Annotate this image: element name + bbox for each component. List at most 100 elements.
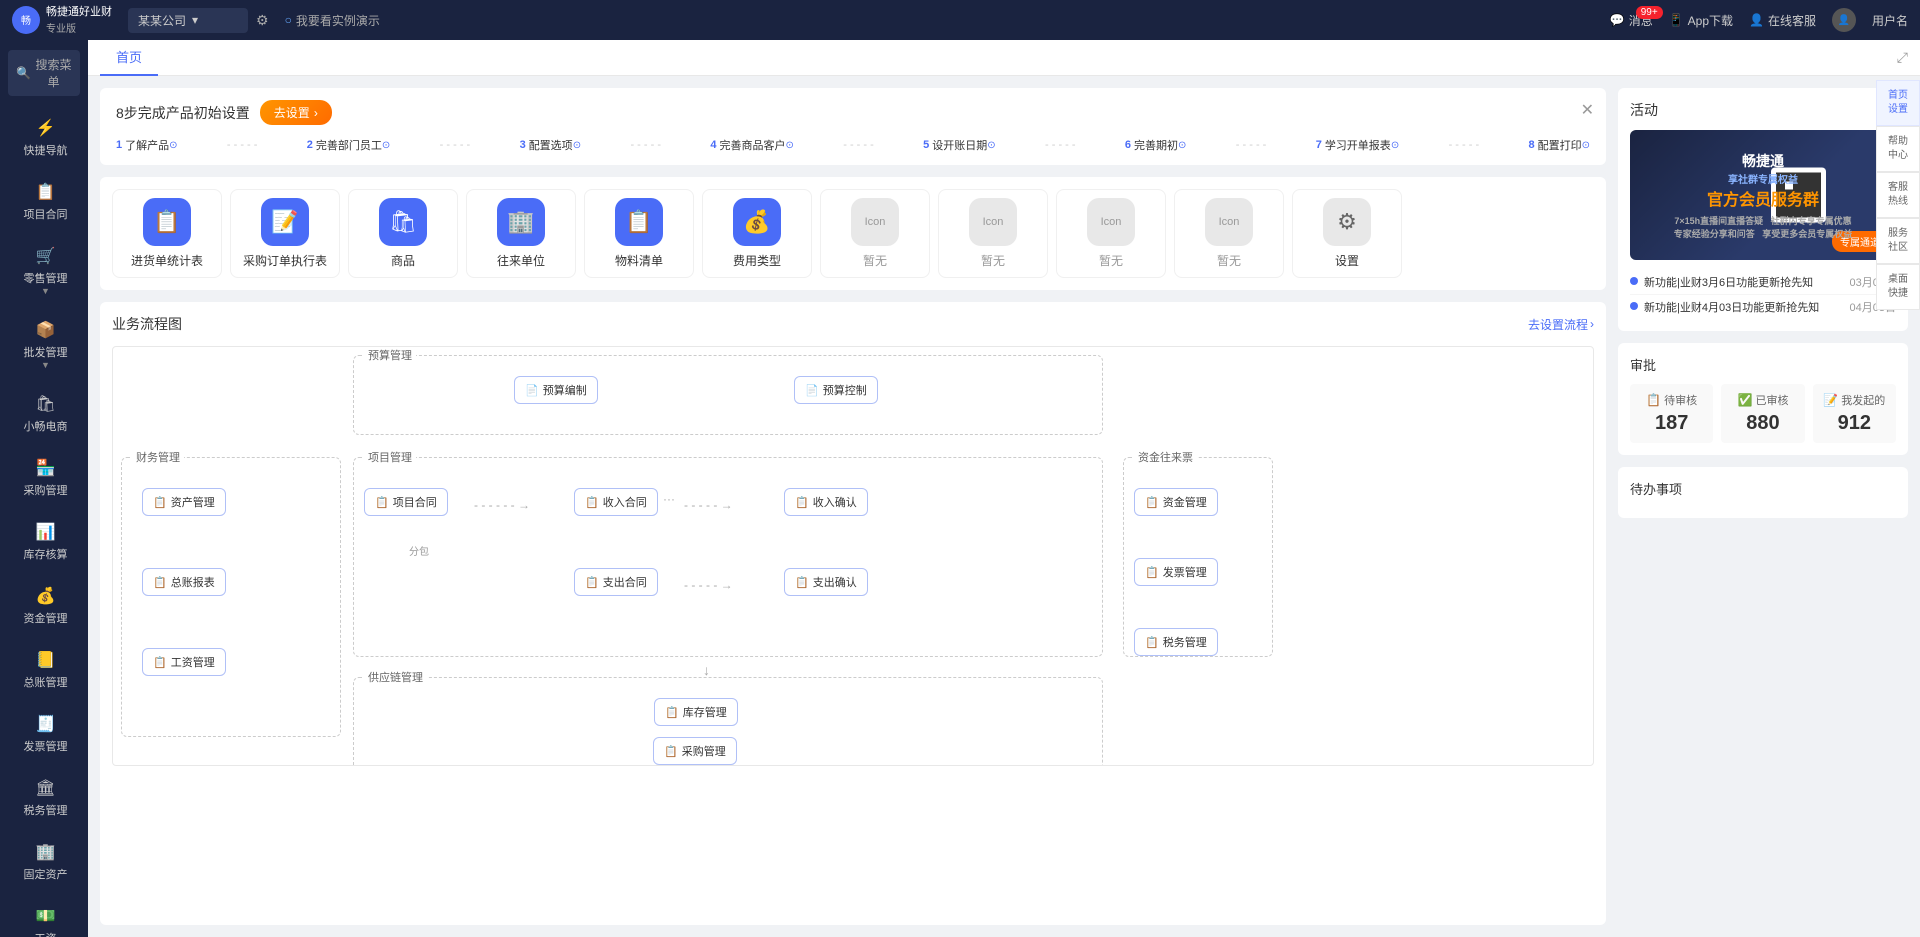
quick-icon-settings: ⚙	[1323, 198, 1371, 246]
sidebar-item-wholesale[interactable]: 📦 批发管理 ▼	[0, 308, 88, 382]
company-selector[interactable]: 某某公司 ▾	[128, 8, 248, 33]
approval-stat-mine[interactable]: 📝 我发起的 912	[1813, 384, 1896, 443]
quick-access: 📋 进货单统计表 📝 采购订单执行表 🛍 商品 🏢	[100, 177, 1606, 290]
header: 畅 畅捷通好业财 专业版 某某公司 ▾ ⚙ ○ 我要看实例演示 💬 消息 99+…	[0, 0, 1920, 40]
flow-node-budget-make[interactable]: 📄 预算编制	[514, 376, 598, 404]
flow-node-inventory[interactable]: 📋 库存管理	[654, 698, 738, 726]
side-nav-home-settings[interactable]: 首页设置	[1876, 80, 1920, 126]
invoice-mgmt-icon: 📋	[1145, 566, 1159, 579]
flow-node-purchase[interactable]: 📋 采购管理	[653, 737, 737, 765]
side-nav-help[interactable]: 帮助中心	[1876, 126, 1920, 172]
flow-node-asset[interactable]: 📋 资产管理	[142, 488, 226, 516]
sidebar-icon-ledger: 📒	[11, 650, 80, 670]
quick-item-settings[interactable]: ⚙ 设置	[1292, 189, 1402, 278]
sidebar-search-area: 🔍 搜索菜单	[0, 40, 88, 106]
quick-item-empty-3[interactable]: Icon 暂无	[1056, 189, 1166, 278]
quick-item-partners[interactable]: 🏢 往来单位	[466, 189, 576, 278]
demo-link[interactable]: ○ 我要看实例演示	[285, 12, 380, 29]
search-menu-button[interactable]: 🔍 搜索菜单	[8, 50, 80, 96]
flow-action-button[interactable]: 去设置流程 ›	[1528, 316, 1594, 333]
flow-node-project-contract[interactable]: 📋 项目合同	[364, 488, 448, 516]
spend-confirm-icon: 📋	[795, 576, 809, 589]
setup-go-button[interactable]: 去设置 ›	[260, 100, 332, 125]
quick-item-empty-4[interactable]: Icon 暂无	[1174, 189, 1284, 278]
flow-node-tax-mgmt[interactable]: 📋 税务管理	[1134, 628, 1218, 656]
step-divider-2: - - - - -	[396, 139, 513, 151]
setup-step-4[interactable]: 4 完善商品客户 ⊙	[710, 137, 794, 153]
sidebar-item-purchase[interactable]: 🏪 采购管理	[0, 446, 88, 510]
sidebar-item-retail[interactable]: 🛒 零售管理 ▼	[0, 234, 88, 308]
sidebar-item-tax[interactable]: 🏛 税务管理	[0, 766, 88, 830]
quick-item-goods[interactable]: 🛍 商品	[348, 189, 458, 278]
flow-node-total-report[interactable]: 📋 总账报表	[142, 568, 226, 596]
tax-mgmt-icon: 📋	[1145, 636, 1159, 649]
activity-item-1[interactable]: 新功能|业财4月03日功能更新抢先知 04月03日	[1630, 295, 1896, 319]
flow-node-invoice-mgmt[interactable]: 📋 发票管理	[1134, 558, 1218, 586]
flow-node-income-contract[interactable]: 📋 收入合同	[574, 488, 658, 516]
tab-home[interactable]: 首页	[100, 40, 158, 76]
setup-step-8[interactable]: 8 配置打印 ⊙	[1528, 137, 1590, 153]
quick-item-empty-1[interactable]: Icon 暂无	[820, 189, 930, 278]
sidebar-item-salary[interactable]: 💵 工资	[0, 894, 88, 937]
settings-icon[interactable]: ⚙	[256, 12, 269, 29]
step-divider-6: - - - - -	[1192, 139, 1309, 151]
flow-node-salary[interactable]: 📋 工资管理	[142, 648, 226, 676]
app-download-button[interactable]: 📱 App下载	[1669, 12, 1733, 29]
total-report-icon: 📋	[153, 576, 167, 589]
approval-stat-pending[interactable]: 📋 待审核 187	[1630, 384, 1713, 443]
quick-item-bom[interactable]: 📋 物料清单	[584, 189, 694, 278]
online-service-icon: 👤	[1749, 13, 1764, 27]
flow-node-budget-ctrl[interactable]: 📄 预算控制	[794, 376, 878, 404]
flow-group-capital: 资金往来票 📋 资金管理 📋 发票管理 📋 税务管理	[1123, 457, 1273, 657]
side-nav-desktop[interactable]: 桌面快捷	[1876, 264, 1920, 310]
setup-step-7[interactable]: 7 学习开单报表 ⊙	[1316, 137, 1400, 153]
username-label[interactable]: 用户名	[1872, 12, 1908, 29]
flow-node-capital-mgmt[interactable]: 📋 资金管理	[1134, 488, 1218, 516]
quick-item-purchase-stats[interactable]: 📋 进货单统计表	[112, 189, 222, 278]
setup-close-button[interactable]: ✕	[1581, 100, 1594, 120]
flow-node-spend-contract[interactable]: 📋 支出合同	[574, 568, 658, 596]
sidebar-item-invoice[interactable]: 🧾 发票管理	[0, 702, 88, 766]
sidebar-icon-salary: 💵	[11, 906, 80, 926]
user-avatar[interactable]: 👤	[1832, 8, 1856, 32]
side-nav-hotline[interactable]: 客服热线	[1876, 172, 1920, 218]
sidebar-item-ecommerce[interactable]: 🛍 小畅电商	[0, 382, 88, 446]
flow-node-spend-confirm[interactable]: 📋 支出确认	[784, 568, 868, 596]
side-nav-community[interactable]: 服务社区	[1876, 218, 1920, 264]
message-button[interactable]: 💬 消息 99+	[1610, 12, 1653, 29]
arrow-project-supply: ↓	[703, 662, 710, 678]
quick-icon-empty-2: Icon	[969, 198, 1017, 246]
setup-banner-header: 8步完成产品初始设置 去设置 ›	[116, 100, 1590, 125]
app-name: 畅捷通好业财	[46, 5, 112, 19]
header-right: 💬 消息 99+ 📱 App下载 👤 在线客服 👤 用户名	[1610, 8, 1908, 32]
sidebar-item-project-contract[interactable]: 📋 项目合同	[0, 170, 88, 234]
quick-icon-empty-3: Icon	[1087, 198, 1135, 246]
quick-icon-purchase-order: 📝	[261, 198, 309, 246]
quick-item-purchase-order[interactable]: 📝 采购订单执行表	[230, 189, 340, 278]
flow-group-budget-label: 预算管理	[364, 347, 416, 363]
approval-stat-done[interactable]: ✅ 已审核 880	[1721, 384, 1804, 443]
quick-label-4: 物料清单	[615, 252, 663, 269]
app-download-icon: 📱	[1669, 13, 1684, 27]
setup-step-5[interactable]: 5 设开账日期 ⊙	[923, 137, 996, 153]
flow-node-income-confirm[interactable]: 📋 收入确认	[784, 488, 868, 516]
setup-step-6[interactable]: 6 完善期初 ⊙	[1125, 137, 1187, 153]
quick-item-empty-2[interactable]: Icon 暂无	[938, 189, 1048, 278]
setup-step-3[interactable]: 3 配置选项 ⊙	[520, 137, 582, 153]
activity-item-0[interactable]: 新功能|业财3月6日功能更新抢先知 03月06日	[1630, 270, 1896, 295]
online-service-button[interactable]: 👤 在线客服	[1749, 12, 1816, 29]
sidebar-item-inventory[interactable]: 📊 库存核算	[0, 510, 88, 574]
setup-step-1[interactable]: 1 了解产品 ⊙	[116, 137, 178, 153]
sidebar-item-capital[interactable]: 💰 资金管理	[0, 574, 88, 638]
sidebar-item-fixed-assets[interactable]: 🏢 固定资产	[0, 830, 88, 894]
approval-mine-label: 📝 我发起的	[1821, 392, 1888, 408]
quick-label-5: 费用类型	[733, 252, 781, 269]
sidebar-item-ledger[interactable]: 📒 总账管理	[0, 638, 88, 702]
flow-diagram: 预算管理 📄 预算编制 📄 预算控制	[112, 346, 1594, 766]
quick-item-expense-type[interactable]: 💰 费用类型	[702, 189, 812, 278]
sidebar-item-quick-nav[interactable]: ⚡ 快捷导航	[0, 106, 88, 170]
quick-grid: 📋 进货单统计表 📝 采购订单执行表 🛍 商品 🏢	[112, 189, 1594, 278]
flow-group-capital-label: 资金往来票	[1134, 449, 1197, 465]
expand-window-icon[interactable]: ⤢	[1897, 49, 1908, 65]
setup-step-2[interactable]: 2 完善部门员工 ⊙	[307, 137, 391, 153]
